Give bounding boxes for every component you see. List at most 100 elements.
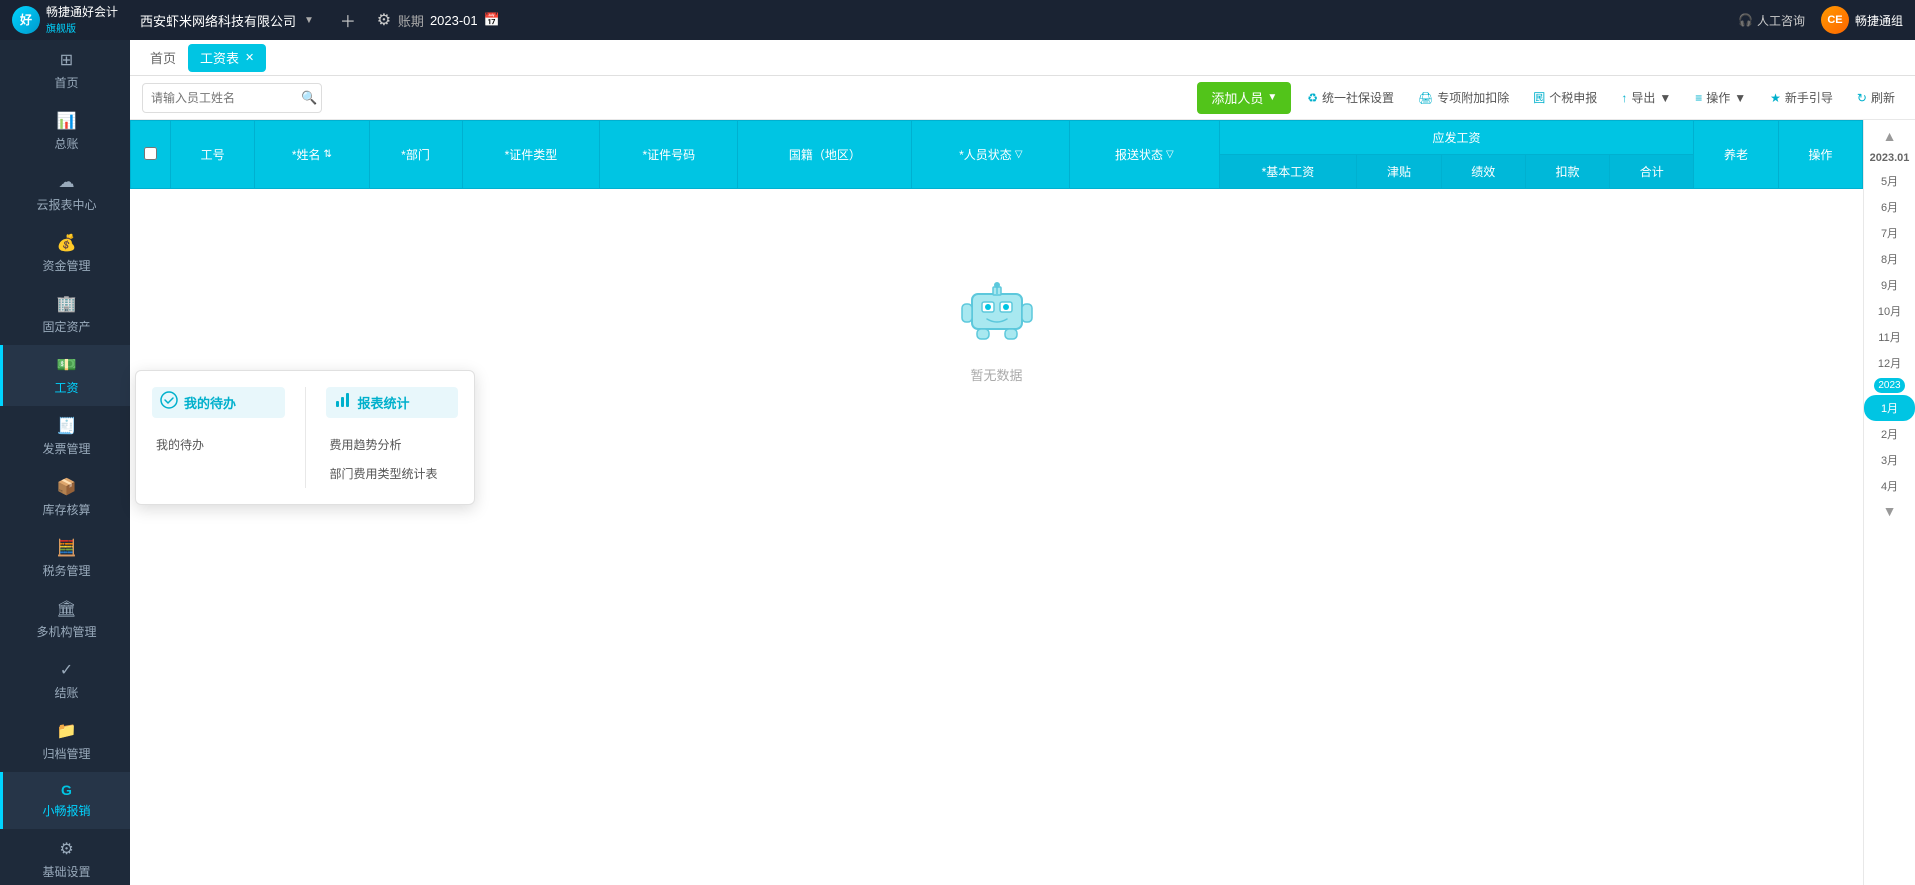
select-all-checkbox[interactable] (144, 147, 157, 160)
sidebar-label-home: 首页 (54, 74, 78, 91)
timeline-item-2[interactable]: 2月 (1864, 421, 1915, 447)
th-total: 合计 (1610, 155, 1694, 189)
tab-close-icon[interactable]: ✕ (245, 51, 254, 64)
logo-text: 畅捷通好会计 (46, 5, 118, 19)
sidebar-item-invoice[interactable]: 🧾 发票管理 (0, 406, 130, 467)
timeline-item-9[interactable]: 9月 (1864, 272, 1915, 298)
sidebar-item-tax[interactable]: 🧮 税务管理 (0, 528, 130, 589)
guide-label: 新手引导 (1785, 89, 1833, 106)
th-operation-label: 操作 (1808, 148, 1832, 162)
sidebar-item-xiaochang[interactable]: G 小畅报销 (0, 772, 130, 829)
th-nationality: 国籍（地区） (738, 121, 912, 189)
company-selector[interactable]: 西安虾米网络科技有限公司 ▼ (132, 7, 322, 34)
timeline-item-5[interactable]: 5月 (1864, 168, 1915, 194)
tab-home-label: 首页 (150, 48, 176, 67)
th-should-pay-label: 应发工资 (1432, 131, 1480, 145)
th-cert-no-label: *证件号码 (643, 148, 696, 162)
popup-report-title: 报表统计 (326, 387, 459, 418)
logo-icon: 好 (12, 6, 40, 34)
popup-dept-item[interactable]: 部门费用类型统计表 (326, 459, 459, 488)
timeline-item-6[interactable]: 6月 (1864, 194, 1915, 220)
refresh-action[interactable]: ↻ 刷新 (1849, 85, 1903, 110)
th-allowance: 津贴 (1357, 155, 1441, 189)
top-header: 好 畅捷通好会计 旗舰版 西安虾米网络科技有限公司 ▼ ＋ ⚙ 账期 2023-… (0, 0, 1915, 40)
period-value: 2023-01 (430, 13, 478, 28)
report-status-filter-icon[interactable]: ▽ (1166, 149, 1174, 160)
popup-todo-item[interactable]: 我的待办 (152, 430, 285, 459)
popup-section: 我的待办 我的待办 报表统计 费用趋势分析 (152, 387, 458, 488)
sidebar: ⊞ 首页 📊 总账 ☁ 云报表中心 💰 资金管理 🏢 固定资产 💵 工资 🧾 发… (0, 40, 130, 885)
timeline-item-1[interactable]: 1月 (1864, 395, 1915, 421)
timeline-item-11[interactable]: 11月 (1864, 324, 1915, 350)
xiaochang-popup: 我的待办 我的待办 报表统计 费用趋势分析 (135, 370, 475, 505)
empty-robot-icon (957, 269, 1037, 349)
chevron-down-icon: ▼ (304, 15, 314, 26)
th-performance-label: 绩效 (1471, 165, 1495, 179)
person-status-filter-icon[interactable]: ▽ (1015, 149, 1023, 160)
popup-col-todo: 我的待办 我的待办 (152, 387, 285, 488)
timeline-item-12[interactable]: 12月 (1864, 350, 1915, 376)
th-cert-type: *证件类型 (462, 121, 600, 189)
year-badge-2023: 2023 (1874, 378, 1904, 393)
th-deduction: 扣款 (1525, 155, 1609, 189)
name-sort-icon[interactable]: ⇅ (324, 149, 332, 160)
popup-todo-item-label: 我的待办 (156, 438, 204, 452)
tab-home[interactable]: 首页 (138, 44, 188, 72)
th-person-status: *人员状态 ▽ (912, 121, 1070, 189)
personal-tax-label: 个税申报 (1549, 89, 1597, 106)
tab-payroll-table[interactable]: 工资表 ✕ (188, 44, 266, 72)
archive-icon: 📁 (57, 721, 77, 741)
export-arrow-icon: ▼ (1659, 91, 1671, 105)
add-button[interactable]: ＋ (334, 6, 362, 34)
th-base-salary-label: *基本工资 (1262, 165, 1315, 179)
refresh-icon: ↻ (1857, 91, 1867, 105)
timeline-item-7[interactable]: 7月 (1864, 220, 1915, 246)
operation-label: 操作 (1706, 89, 1730, 106)
sidebar-item-ledger[interactable]: 📊 总账 (0, 101, 130, 162)
sidebar-label-xiaochang: 小畅报销 (42, 802, 90, 819)
social-insurance-action[interactable]: ♻ 统一社保设置 (1299, 85, 1402, 110)
sidebar-item-home[interactable]: ⊞ 首页 (0, 40, 130, 101)
sidebar-item-inventory[interactable]: 📦 库存核算 (0, 467, 130, 528)
report-stats-icon (334, 391, 352, 414)
popup-col-report: 报表统计 费用趋势分析 部门费用类型统计表 (326, 387, 459, 488)
settings-button[interactable]: ⚙ (370, 6, 398, 34)
timeline-item-3[interactable]: 3月 (1864, 447, 1915, 473)
timeline-item-4[interactable]: 4月 (1864, 473, 1915, 499)
sidebar-item-cloud[interactable]: ☁ 云报表中心 (0, 162, 130, 223)
sidebar-item-assets[interactable]: 🏢 固定资产 (0, 284, 130, 345)
sidebar-item-payroll[interactable]: 💵 工资 (0, 345, 130, 406)
th-performance: 绩效 (1441, 155, 1525, 189)
popup-todo-title: 我的待办 (152, 387, 285, 418)
multi-icon: 🏛 (56, 599, 76, 619)
service-button[interactable]: 🎧 人工咨询 (1738, 12, 1805, 29)
sidebar-item-archive[interactable]: 📁 归档管理 (0, 711, 130, 772)
user-area[interactable]: CE 畅捷通组 (1821, 6, 1903, 34)
special-deduction-action[interactable]: 🖨 专项附加扣除 (1410, 85, 1517, 110)
th-base-salary: *基本工资 (1219, 155, 1357, 189)
sidebar-item-basic[interactable]: ⚙ 基础设置 (0, 829, 130, 885)
popup-dept-label: 部门费用类型统计表 (330, 467, 438, 481)
timeline-up-nav[interactable]: ▲ (1879, 124, 1901, 148)
sidebar-item-settle[interactable]: ✓ 结账 (0, 650, 130, 711)
export-action[interactable]: ↑ 导出 ▼ (1613, 85, 1679, 110)
social-insurance-label: 统一社保设置 (1322, 89, 1394, 106)
sidebar-label-inventory: 库存核算 (42, 501, 90, 518)
calendar-icon[interactable]: 📅 (484, 12, 500, 28)
search-input[interactable] (151, 91, 301, 105)
sidebar-item-funds[interactable]: 💰 资金管理 (0, 223, 130, 284)
operation-action[interactable]: ≡ 操作 ▼ (1687, 85, 1754, 110)
timeline-item-10[interactable]: 10月 (1864, 298, 1915, 324)
timeline-down-nav[interactable]: ▼ (1879, 499, 1901, 523)
popup-trend-item[interactable]: 费用趋势分析 (326, 430, 459, 459)
timeline-item-8[interactable]: 8月 (1864, 246, 1915, 272)
add-person-label: 添加人员 (1211, 88, 1263, 107)
add-person-button[interactable]: 添加人员 ▼ (1197, 82, 1291, 114)
guide-action[interactable]: ★ 新手引导 (1762, 85, 1841, 110)
tax-report-icon: 囻 (1533, 89, 1545, 106)
social-icon: ♻ (1307, 91, 1318, 105)
th-name: *姓名 ⇅ (255, 121, 369, 189)
sidebar-item-multi[interactable]: 🏛 多机构管理 (0, 589, 130, 650)
personal-tax-action[interactable]: 囻 个税申报 (1525, 85, 1605, 110)
th-deduction-label: 扣款 (1556, 165, 1580, 179)
